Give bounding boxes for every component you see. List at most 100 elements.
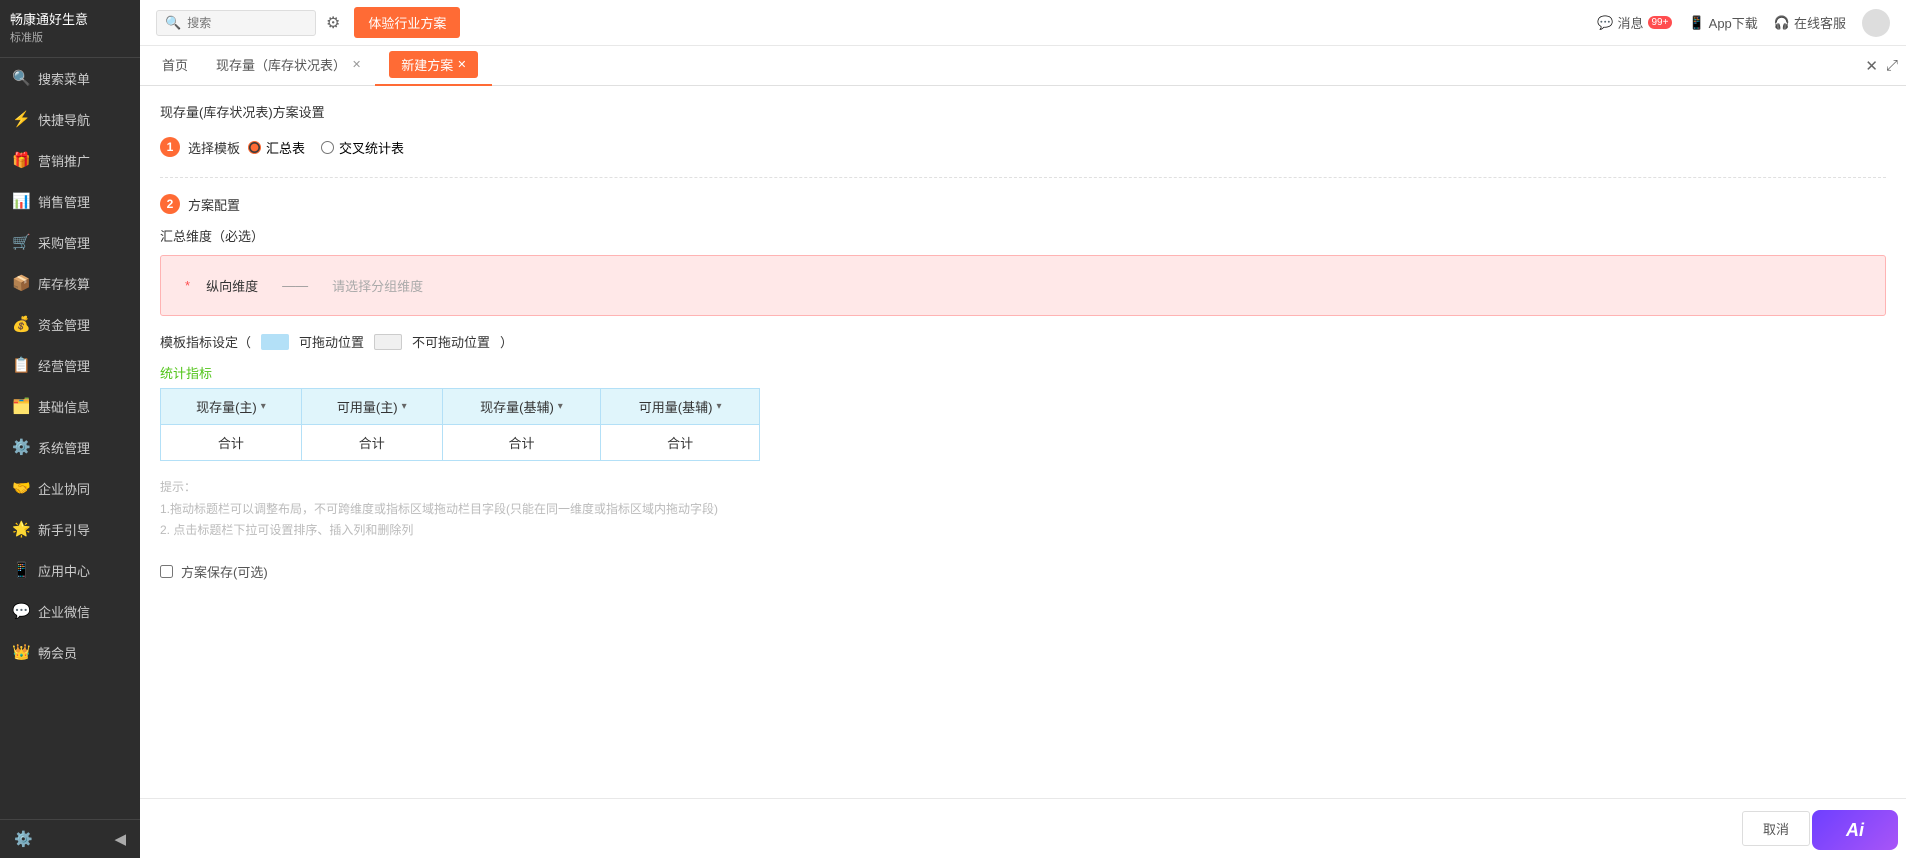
cell-subtotal-3: 合计 <box>601 425 760 461</box>
indicators-label: 模板指标设定（ <box>160 332 251 351</box>
table-row-subtotal: 合计 合计 合计 合计 <box>161 425 760 461</box>
search-input[interactable] <box>187 16 307 30</box>
inventory-icon: 📦 <box>12 274 30 292</box>
col-chevron-1[interactable]: ▾ <box>402 401 407 412</box>
tab-new-plan-close[interactable]: ✕ <box>457 58 466 71</box>
save-checkbox[interactable] <box>160 565 173 578</box>
dimension-area[interactable]: * 纵向维度 —— 请选择分组维度 <box>160 255 1886 316</box>
app-name: 畅康通好生意 <box>10 12 130 29</box>
sidebar-item-operation[interactable]: 📋 经营管理 <box>0 345 140 386</box>
sidebar-item-finance[interactable]: 💰 资金管理 <box>0 304 140 345</box>
tab-home-label: 首页 <box>162 55 188 74</box>
user-avatar[interactable] <box>1862 9 1890 37</box>
sidebar-item-purchase[interactable]: 🛒 采购管理 <box>0 222 140 263</box>
system-icon: ⚙️ <box>12 438 30 456</box>
radio-summary-input[interactable] <box>248 141 261 154</box>
online-service-label: 在线客服 <box>1794 13 1846 32</box>
sidebar-item-cooperation[interactable]: 🤝 企业协同 <box>0 468 140 509</box>
col-chevron-3[interactable]: ▾ <box>716 401 721 412</box>
sidebar-item-label: 应用中心 <box>38 561 90 580</box>
app-version: 标准版 <box>10 29 130 45</box>
cancel-button[interactable]: 取消 <box>1742 811 1810 846</box>
sidebar-item-app-center[interactable]: 📱 应用中心 <box>0 550 140 591</box>
search-icon: 🔍 <box>165 15 181 31</box>
ai-badge[interactable]: Ai <box>1812 810 1898 850</box>
purchase-icon: 🛒 <box>12 233 30 251</box>
new-plan-tab-label[interactable]: 新建方案 ✕ <box>389 51 478 78</box>
newbie-icon: 🌟 <box>12 520 30 538</box>
expand-tab-icon[interactable]: ⤢ <box>1886 57 1898 74</box>
message-badge: 99+ <box>1648 16 1673 29</box>
sidebar-item-label: 库存核算 <box>38 274 90 293</box>
cell-subtotal-0: 合计 <box>161 425 302 461</box>
radio-cross[interactable]: 交叉统计表 <box>321 138 404 157</box>
col-header-2[interactable]: 现存量(基辅) ▾ <box>442 389 601 425</box>
sidebar-item-label: 系统管理 <box>38 438 90 457</box>
radio-cross-input[interactable] <box>321 141 334 154</box>
marketing-icon: 🎁 <box>12 151 30 169</box>
sidebar-item-basic-info[interactable]: 🗂️ 基础信息 <box>0 386 140 427</box>
cooperation-icon: 🤝 <box>12 479 30 497</box>
indicators-close: ） <box>500 332 513 351</box>
step1-label: 选择模板 <box>188 138 240 157</box>
indicators-row: 模板指标设定（ 可拖动位置 不可拖动位置 ） <box>160 332 1886 351</box>
col-label-0: 现存量(主) <box>196 397 257 416</box>
sidebar-item-newbie[interactable]: 🌟 新手引导 <box>0 509 140 550</box>
close-tab-icon[interactable]: ✕ <box>1865 57 1878 75</box>
messages-item[interactable]: 💬 消息 99+ <box>1597 13 1672 32</box>
sidebar-item-search-menu[interactable]: 🔍 搜索菜单 <box>0 58 140 99</box>
stats-table: 现存量(主) ▾ 可用量(主) ▾ <box>160 388 760 461</box>
trial-industry-button[interactable]: 体验行业方案 <box>354 7 460 38</box>
topbar-search[interactable]: 🔍 <box>156 10 316 36</box>
dimension-dash: —— <box>282 278 308 293</box>
step1-number: 1 <box>160 137 180 157</box>
cell-subtotal-2: 合计 <box>442 425 601 461</box>
tabs-right-icons: ✕ ⤢ <box>1865 57 1898 75</box>
col-chevron-0[interactable]: ▾ <box>261 401 266 412</box>
content-inner: 现存量(库存状况表)方案设置 1 选择模板 汇总表 交叉统计表 <box>140 86 1906 858</box>
topbar-settings-icon[interactable]: ⚙ <box>326 13 340 33</box>
tab-new-plan[interactable]: 新建方案 ✕ <box>375 46 492 86</box>
radio-cross-label: 交叉统计表 <box>339 138 404 157</box>
sidebar-item-marketing[interactable]: 🎁 营销推广 <box>0 140 140 181</box>
message-icon: 💬 <box>1597 15 1613 31</box>
dimension-required-mark: * <box>185 278 190 293</box>
sidebar-item-sales[interactable]: 📊 销售管理 <box>0 181 140 222</box>
col-header-0[interactable]: 现存量(主) ▾ <box>161 389 302 425</box>
ai-label: Ai <box>1846 820 1864 841</box>
col-header-1[interactable]: 可用量(主) ▾ <box>301 389 442 425</box>
app-download-label: App下载 <box>1709 13 1758 32</box>
sidebar-item-member[interactable]: 👑 畅会员 <box>0 632 140 673</box>
step2-header: 2 方案配置 <box>160 194 1886 214</box>
sidebar-item-inventory[interactable]: 📦 库存核算 <box>0 263 140 304</box>
sidebar-item-system[interactable]: ⚙️ 系统管理 <box>0 427 140 468</box>
dimension-placeholder: 请选择分组维度 <box>332 276 423 295</box>
app-download-item[interactable]: 📱 App下载 <box>1688 13 1757 32</box>
sidebar-item-quick-nav[interactable]: ⚡ 快捷导航 <box>0 99 140 140</box>
sidebar-item-label: 企业协同 <box>38 479 90 498</box>
quick-nav-icon: ⚡ <box>12 110 30 128</box>
sales-icon: 📊 <box>12 192 30 210</box>
tab-inventory-status[interactable]: 现存量（库存状况表） ✕ <box>202 46 375 86</box>
col-label-2: 现存量(基辅) <box>480 397 554 416</box>
radio-summary[interactable]: 汇总表 <box>248 138 305 157</box>
step1-section: 1 选择模板 汇总表 交叉统计表 <box>160 137 1886 157</box>
collapse-icon[interactable]: ◀ <box>114 830 126 848</box>
sidebar-logo: 畅康通好生意 标准版 <box>0 0 140 58</box>
footer-bar: 取消 查询 <box>140 798 1906 858</box>
sidebar-item-label: 新手引导 <box>38 520 90 539</box>
page-title: 现存量(库存状况表)方案设置 <box>160 102 1886 121</box>
sidebar-item-wechat[interactable]: 💬 企业微信 <box>0 591 140 632</box>
save-label: 方案保存(可选) <box>181 562 268 581</box>
sidebar-item-label: 采购管理 <box>38 233 90 252</box>
col-header-3[interactable]: 可用量(基辅) ▾ <box>601 389 760 425</box>
online-service-item[interactable]: 🎧 在线客服 <box>1774 13 1846 32</box>
topbar: 🔍 ⚙ 体验行业方案 💬 消息 99+ 📱 App下载 🎧 在线客服 <box>140 0 1906 46</box>
non-draggable-indicator-box <box>374 334 402 350</box>
settings-footer-icon[interactable]: ⚙️ <box>14 830 33 848</box>
col-label-1: 可用量(主) <box>337 397 398 416</box>
tab-inventory-status-close[interactable]: ✕ <box>352 58 361 71</box>
col-chevron-2[interactable]: ▾ <box>558 401 563 412</box>
tab-inventory-status-label: 现存量（库存状况表） <box>216 55 346 74</box>
tab-home[interactable]: 首页 <box>148 46 202 86</box>
